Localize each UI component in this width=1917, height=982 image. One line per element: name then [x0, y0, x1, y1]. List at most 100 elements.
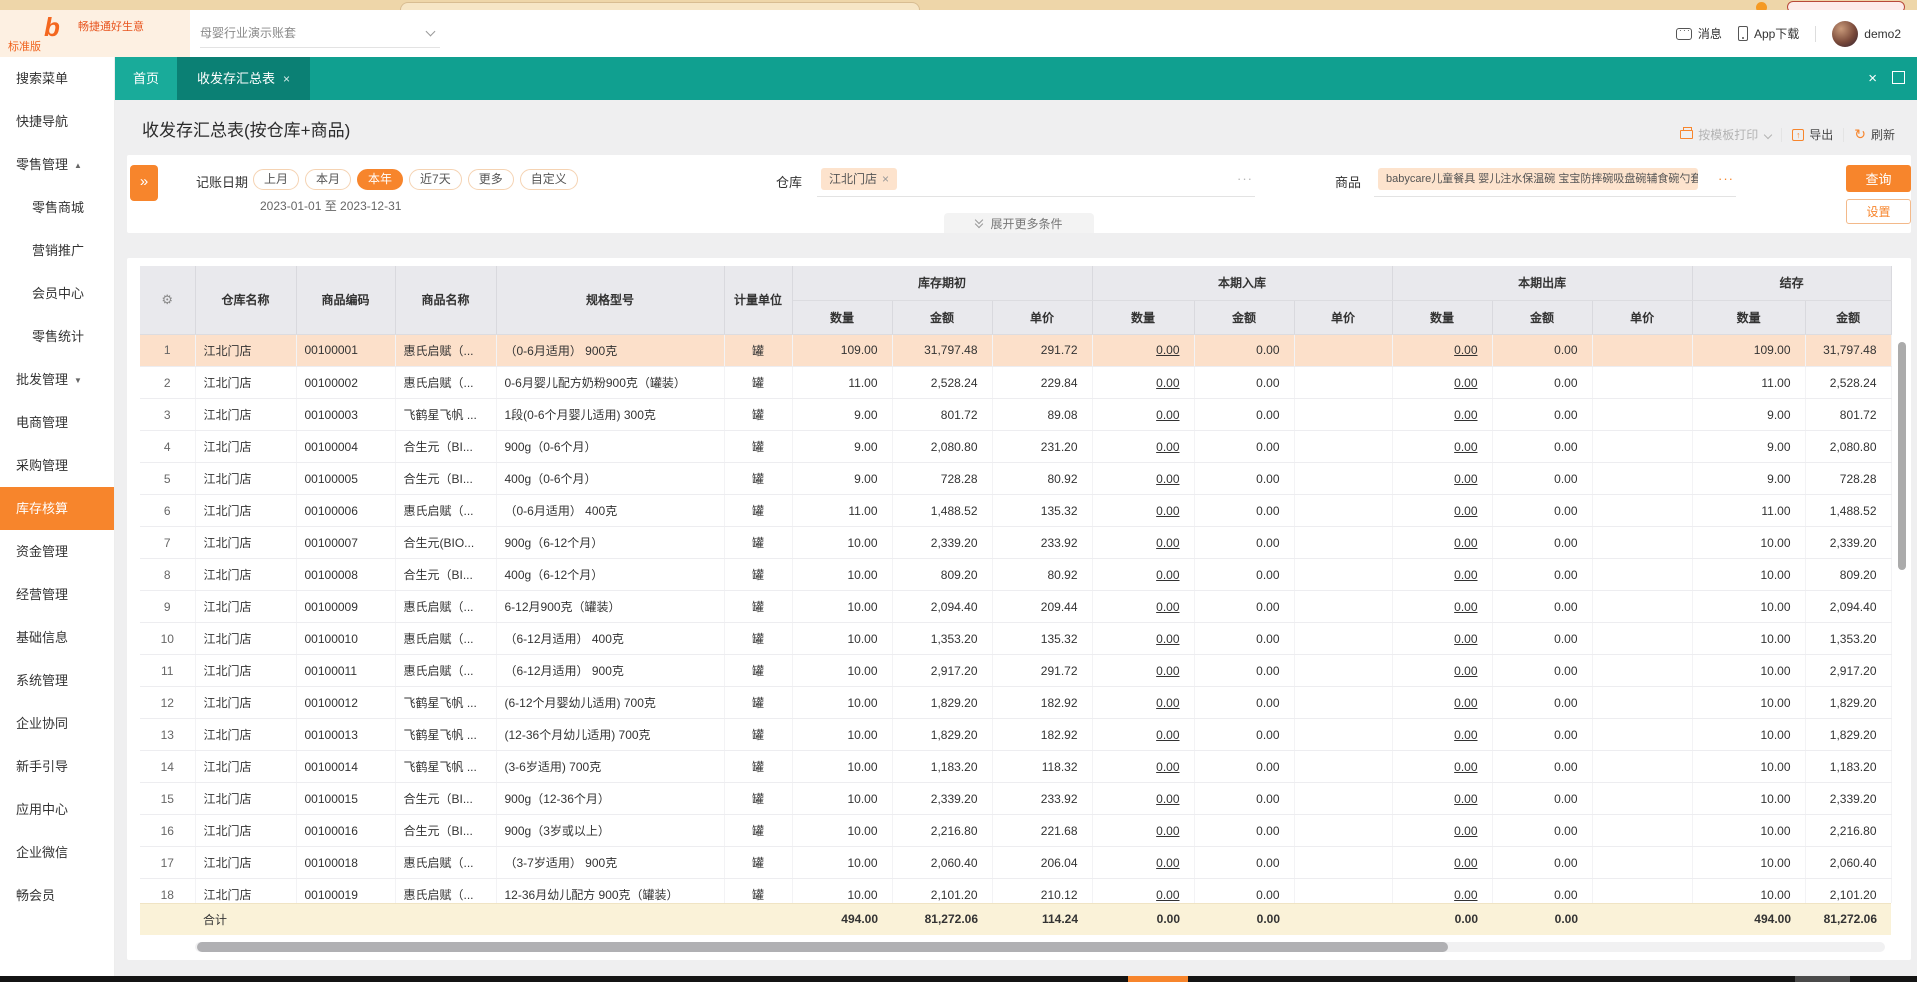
remove-tag-icon[interactable]: ×: [882, 172, 889, 186]
cell-in-qty[interactable]: 0.00: [1092, 526, 1195, 559]
table-row[interactable]: 3 江北门店 00100003 飞鹤星飞帆 ... 1段(0-6个月婴儿适用) 300克…: [140, 398, 1892, 431]
cell-in-qty[interactable]: 0.00: [1092, 782, 1195, 815]
vertical-scrollbar-thumb[interactable]: [1898, 342, 1906, 570]
close-page-icon[interactable]: ×: [1868, 57, 1877, 100]
cell-out-qty[interactable]: 0.00: [1392, 526, 1493, 559]
sidebar-item[interactable]: 营销推广: [0, 229, 114, 272]
sidebar-item[interactable]: 新手引导: [0, 745, 114, 788]
sidebar-item[interactable]: 会员中心: [0, 272, 114, 315]
table-row[interactable]: 9 江北门店 00100009 惠氏启赋（... 6-12月900克（罐装）罐 10.00…: [140, 590, 1892, 623]
cell-in-qty[interactable]: 0.00: [1092, 398, 1195, 431]
cell-in-qty[interactable]: 0.00: [1092, 878, 1195, 903]
cell-in-qty[interactable]: 0.00: [1092, 430, 1195, 463]
table-body-scroll[interactable]: 1 江北门店 00100001 惠氏启赋（... （0-6月适用） 900克罐 109.0…: [140, 334, 1893, 903]
date-pill[interactable]: 近7天: [409, 169, 462, 190]
table-row[interactable]: 11 江北门店 00100011 惠氏启赋（... （6-12月适用） 900克罐 10.…: [140, 654, 1892, 687]
table-row[interactable]: 7 江北门店 00100007 合生元(BIO... 900g（6-12个月）罐 10.0…: [140, 526, 1892, 559]
sidebar-item[interactable]: 基础信息: [0, 616, 114, 659]
sidebar-item[interactable]: 电商管理: [0, 401, 114, 444]
messages-button[interactable]: 消息: [1675, 25, 1722, 42]
cell-out-qty[interactable]: 0.00: [1392, 718, 1493, 751]
table-row[interactable]: 10 江北门店 00100010 惠氏启赋（... （6-12月适用） 400克罐 10.…: [140, 622, 1892, 655]
sidebar-item[interactable]: 批发管理 ▼: [0, 358, 114, 401]
cell-out-qty[interactable]: 0.00: [1392, 398, 1493, 431]
cell-out-qty[interactable]: 0.00: [1392, 558, 1493, 591]
print-by-template-button[interactable]: 按模板打印: [1680, 126, 1773, 143]
cell-out-qty[interactable]: 0.00: [1392, 334, 1493, 367]
export-button[interactable]: ↑ 导出: [1792, 126, 1833, 143]
collapse-filters-button[interactable]: »: [130, 165, 158, 201]
date-pill[interactable]: 更多: [467, 169, 514, 190]
table-row[interactable]: 4 江北门店 00100004 合生元（BI... 900g（0-6个月）罐 9.00 2,…: [140, 430, 1892, 463]
table-row[interactable]: 12 江北门店 00100012 飞鹤星飞帆 ... (6-12个月婴幼儿适用) 700…: [140, 686, 1892, 719]
sidebar-item[interactable]: 企业协同: [0, 702, 114, 745]
more-options-icon[interactable]: ···: [1718, 171, 1734, 186]
cell-out-qty[interactable]: 0.00: [1392, 846, 1493, 879]
cell-out-qty[interactable]: 0.00: [1392, 782, 1493, 815]
cell-in-qty[interactable]: 0.00: [1092, 590, 1195, 623]
cell-out-qty[interactable]: 0.00: [1392, 654, 1493, 687]
cell-out-qty[interactable]: 0.00: [1392, 686, 1493, 719]
cell-in-qty[interactable]: 0.00: [1092, 366, 1195, 399]
sidebar-item[interactable]: 库存核算: [0, 487, 114, 530]
date-pill[interactable]: 本月: [305, 169, 352, 190]
cell-in-qty[interactable]: 0.00: [1092, 814, 1195, 847]
cell-out-qty[interactable]: 0.00: [1392, 814, 1493, 847]
cell-in-qty[interactable]: 0.00: [1092, 654, 1195, 687]
table-row[interactable]: 13 江北门店 00100013 飞鹤星飞帆 ... (12-36个月幼儿适用) 700…: [140, 718, 1892, 751]
cell-out-qty[interactable]: 0.00: [1392, 878, 1493, 903]
horizontal-scrollbar-thumb[interactable]: [197, 942, 1448, 952]
tab-close-icon[interactable]: ×: [283, 72, 290, 86]
date-pill[interactable]: 本年: [357, 169, 404, 190]
table-row[interactable]: 1 江北门店 00100001 惠氏启赋（... （0-6月适用） 900克罐 109.0…: [140, 334, 1892, 367]
table-row[interactable]: 15 江北门店 00100015 合生元（BI... 900g（12-36个月）罐 10.…: [140, 782, 1892, 815]
table-row[interactable]: 2 江北门店 00100002 惠氏启赋（... 0-6月婴儿配方奶粉900克（罐装）罐…: [140, 366, 1892, 399]
cell-in-qty[interactable]: 0.00: [1092, 494, 1195, 527]
settings-button[interactable]: 设置: [1846, 199, 1911, 224]
cell-in-qty[interactable]: 0.00: [1092, 462, 1195, 495]
cell-in-qty[interactable]: 0.00: [1092, 558, 1195, 591]
table-row[interactable]: 5 江北门店 00100005 合生元（BI... 400g（0-6个月）罐 9.00 72…: [140, 462, 1892, 495]
tab-home[interactable]: 首页: [115, 57, 177, 100]
sidebar-item[interactable]: 快捷导航: [0, 100, 114, 143]
sidebar-item[interactable]: 应用中心: [0, 788, 114, 831]
account-set-select[interactable]: 母婴行业演示账套: [200, 20, 440, 48]
date-pill[interactable]: 上月: [253, 169, 300, 190]
cell-in-qty[interactable]: 0.00: [1092, 334, 1195, 367]
sidebar-item[interactable]: 采购管理: [0, 444, 114, 487]
cell-out-qty[interactable]: 0.00: [1392, 366, 1493, 399]
search-button[interactable]: 查询: [1846, 165, 1911, 192]
tab-current-report[interactable]: 收发存汇总表 ×: [177, 57, 310, 100]
app-download-button[interactable]: App下载: [1737, 25, 1799, 42]
sidebar-item[interactable]: 企业微信: [0, 831, 114, 874]
table-row[interactable]: 14 江北门店 00100014 飞鹤星飞帆 ... (3-6岁适用) 700克罐 10.…: [140, 750, 1892, 783]
user-menu[interactable]: demo2: [1832, 20, 1901, 47]
cell-out-qty[interactable]: 0.00: [1392, 750, 1493, 783]
table-row[interactable]: 16 江北门店 00100016 合生元（BI... 900g（3岁或以上）罐 10.00…: [140, 814, 1892, 847]
cell-in-qty[interactable]: 0.00: [1092, 750, 1195, 783]
cell-out-qty[interactable]: 0.00: [1392, 430, 1493, 463]
sidebar-item[interactable]: 搜索菜单: [0, 57, 114, 100]
table-row[interactable]: 17 江北门店 00100018 惠氏启赋（... （3-7岁适用） 900克罐 10.0…: [140, 846, 1892, 879]
table-row[interactable]: 6 江北门店 00100006 惠氏启赋（... （0-6月适用） 400克罐 11.00…: [140, 494, 1892, 527]
product-input[interactable]: babycare儿童餐具 婴儿注水保温碗 宝宝防摔碗吸盘碗辅食碗勺套装 雀湖绿 …: [1374, 163, 1736, 197]
product-tag[interactable]: babycare儿童餐具 婴儿注水保温碗 宝宝防摔碗吸盘碗辅食碗勺套装 雀湖绿 …: [1378, 168, 1698, 190]
cell-in-qty[interactable]: 0.00: [1092, 846, 1195, 879]
warehouse-tag[interactable]: 江北门店 ×: [821, 168, 898, 190]
expand-more-filters[interactable]: 展开更多条件: [944, 213, 1094, 233]
column-settings-gear-icon[interactable]: ⚙: [161, 292, 173, 307]
table-row[interactable]: 8 江北门店 00100008 合生元（BI... 400g（6-12个月）罐 10.00…: [140, 558, 1892, 591]
cell-in-qty[interactable]: 0.00: [1092, 718, 1195, 751]
table-row[interactable]: 18 江北门店 00100019 惠氏启赋（... 12-36月幼儿配方 900克（罐装…: [140, 878, 1892, 903]
sidebar-item[interactable]: 零售管理 ▲: [0, 143, 114, 186]
refresh-button[interactable]: ↻ 刷新: [1854, 126, 1895, 143]
sidebar-item[interactable]: 畅会员: [0, 874, 114, 917]
date-pill[interactable]: 自定义: [519, 169, 578, 190]
cell-out-qty[interactable]: 0.00: [1392, 590, 1493, 623]
sidebar-item[interactable]: 零售统计: [0, 315, 114, 358]
sidebar-item[interactable]: 经营管理: [0, 573, 114, 616]
sidebar-item[interactable]: 系统管理: [0, 659, 114, 702]
cell-out-qty[interactable]: 0.00: [1392, 494, 1493, 527]
cell-out-qty[interactable]: 0.00: [1392, 462, 1493, 495]
warehouse-input[interactable]: 江北门店 × ···: [817, 163, 1255, 197]
